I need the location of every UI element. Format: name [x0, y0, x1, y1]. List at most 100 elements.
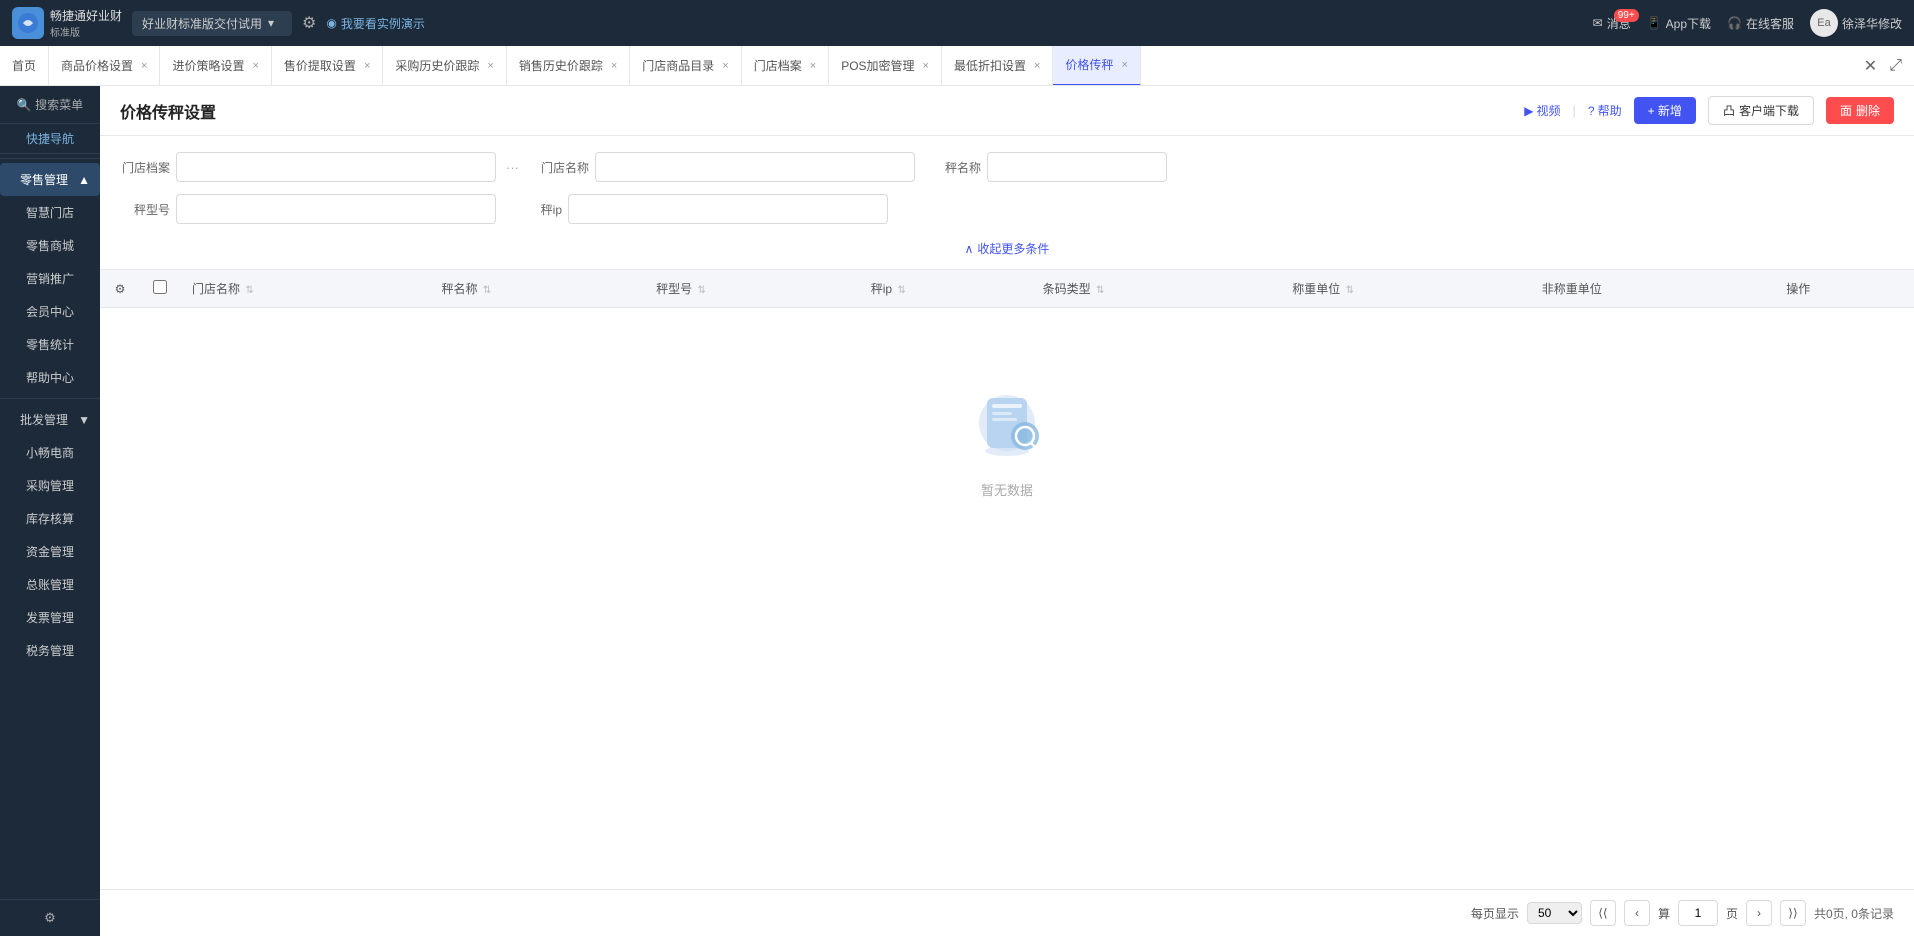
search-icon: 🔍: [17, 98, 32, 112]
retail-stats-label: 零售统计: [10, 336, 90, 353]
scale-name-input[interactable]: [987, 152, 1167, 182]
chevron-down-icon: ▾: [268, 16, 274, 30]
video-icon: ▶: [1524, 104, 1533, 118]
sort-barcode-icon[interactable]: ⇅: [1096, 285, 1104, 296]
demo-link[interactable]: ◉ 我要看实例演示: [326, 15, 425, 32]
download-icon: 凸: [1723, 102, 1735, 119]
th-store-name: 门店名称 ⇅: [180, 270, 430, 308]
finance-label: 资金管理: [10, 543, 90, 560]
tab-close-price-setting[interactable]: ×: [141, 60, 147, 72]
select-all-checkbox[interactable]: [153, 280, 167, 294]
messages-btn[interactable]: ✉ 消息 99+: [1593, 15, 1631, 32]
stock-label: 库存核算: [10, 510, 90, 527]
sidebar-item-retail-stats[interactable]: 零售统计: [0, 328, 100, 361]
per-page-select[interactable]: 50 10 20 100: [1527, 902, 1582, 924]
sidebar-item-ecommerce[interactable]: 小畅电商: [0, 436, 100, 469]
sidebar-item-purchase[interactable]: 采购管理: [0, 469, 100, 502]
online-service-btn[interactable]: 🎧 在线客服: [1727, 15, 1794, 32]
headset-icon: 🎧: [1727, 16, 1742, 30]
tab-close-procurement[interactable]: ×: [252, 60, 258, 72]
version-selector[interactable]: 好业财标准版交付试用 ▾: [132, 11, 292, 36]
tab-close-store-catalog[interactable]: ×: [722, 60, 728, 72]
ecommerce-label: 小畅电商: [10, 444, 90, 461]
table-area: ⚙ 门店名称 ⇅ 秤名称 ⇅: [100, 270, 1914, 889]
sort-weight-icon[interactable]: ⇅: [1346, 285, 1354, 296]
tab-close-price-scale[interactable]: ×: [1121, 59, 1127, 71]
tab-home[interactable]: 首页: [0, 46, 49, 86]
collapse-label: 收起更多条件: [977, 240, 1049, 257]
tab-close-sale-price[interactable]: ×: [364, 60, 370, 72]
sort-scale-type-icon[interactable]: ⇅: [698, 285, 706, 296]
page-number-input[interactable]: [1678, 900, 1718, 926]
sidebar-search[interactable]: 🔍 搜索菜单: [0, 86, 100, 124]
filter-row-2: 秤型号 秤ip: [120, 194, 1894, 224]
sidebar-item-ledger[interactable]: 总账管理: [0, 568, 100, 601]
store-file-dots[interactable]: ···: [502, 160, 523, 175]
sidebar-quick-nav[interactable]: 快捷导航: [0, 124, 100, 154]
tab-sale-price[interactable]: 售价提取设置 ×: [272, 46, 383, 86]
app-download-btn[interactable]: 📱 App下载: [1647, 15, 1711, 32]
scale-name-label: 秤名称: [931, 159, 981, 176]
tab-close-purchase-history[interactable]: ×: [487, 60, 493, 72]
prev-page-btn[interactable]: ‹: [1624, 900, 1650, 926]
tab-purchase-history[interactable]: 采购历史价跟踪 ×: [383, 46, 506, 86]
filter-area: 门店档案 ··· 门店名称 秤名称 秤型号: [100, 136, 1914, 270]
tab-pos-manage[interactable]: POS加密管理 ×: [829, 46, 942, 86]
messages-badge: 99+: [1614, 9, 1639, 22]
sidebar: 🔍 搜索菜单 快捷导航 零售管理 ▲ 智慧门店 零售商城 营销推广 会员中心: [0, 86, 100, 936]
sidebar-item-wholesale[interactable]: 批发管理 ▼: [0, 403, 100, 436]
add-button[interactable]: + 新增: [1634, 97, 1696, 124]
filter-store-file: 门店档案 ···: [120, 152, 523, 182]
video-link[interactable]: ▶ 视频: [1524, 102, 1560, 119]
page-word: 算: [1658, 905, 1670, 922]
page-suffix: 页: [1726, 905, 1738, 922]
help-link[interactable]: ? 帮助: [1588, 102, 1622, 119]
tab-store-catalog[interactable]: 门店商品目录 ×: [630, 46, 741, 86]
chevron-up-icon: ▲: [78, 173, 90, 187]
sidebar-item-online-store[interactable]: 零售商城: [0, 229, 100, 262]
tab-close-discount[interactable]: ×: [1034, 60, 1040, 72]
th-gear[interactable]: ⚙: [100, 270, 140, 308]
sidebar-item-marketing[interactable]: 营销推广: [0, 262, 100, 295]
next-page-btn[interactable]: ›: [1746, 900, 1772, 926]
delete-button[interactable]: 面 删除: [1826, 97, 1894, 124]
tab-procurement-strategy[interactable]: 进价策略设置 ×: [160, 46, 271, 86]
tab-close-store-file[interactable]: ×: [810, 60, 816, 72]
sidebar-item-stock[interactable]: 库存核算: [0, 502, 100, 535]
logo-icon: [12, 7, 44, 39]
tab-price-scale[interactable]: 价格传秤 ×: [1053, 46, 1140, 86]
tab-sale-history[interactable]: 销售历史价跟踪 ×: [507, 46, 630, 86]
page-actions: ▶ 视频 | ? 帮助 + 新增 凸 客户端下载: [1524, 96, 1894, 125]
sidebar-search-label: 搜索菜单: [35, 98, 83, 112]
scale-ip-input[interactable]: [568, 194, 888, 224]
sidebar-item-finance[interactable]: 资金管理: [0, 535, 100, 568]
sort-store-name-icon[interactable]: ⇅: [245, 285, 253, 296]
collapse-btn[interactable]: ∧ 收起更多条件: [120, 236, 1894, 261]
sidebar-item-retail[interactable]: 零售管理 ▲: [0, 163, 100, 196]
tab-min-discount[interactable]: 最低折扣设置 ×: [942, 46, 1053, 86]
sidebar-item-tax[interactable]: 税务管理: [0, 634, 100, 667]
tab-price-setting[interactable]: 商品价格设置 ×: [49, 46, 160, 86]
tab-close-pos[interactable]: ×: [923, 60, 929, 72]
tab-maximize-btn[interactable]: ⤢: [1885, 55, 1906, 77]
sidebar-item-invoice[interactable]: 发票管理: [0, 601, 100, 634]
first-page-btn[interactable]: ⟨⟨: [1590, 900, 1616, 926]
store-file-input[interactable]: [176, 152, 496, 182]
sidebar-item-smart-store[interactable]: 智慧门店: [0, 196, 100, 229]
sidebar-item-help[interactable]: 帮助中心: [0, 361, 100, 394]
user-profile-btn[interactable]: Ea 徐泽华修改: [1810, 9, 1902, 37]
sort-scale-ip-icon[interactable]: ⇅: [897, 285, 905, 296]
scale-type-input[interactable]: [176, 194, 496, 224]
tab-close-sale-history[interactable]: ×: [611, 60, 617, 72]
help-label: 帮助中心: [10, 369, 90, 386]
sidebar-settings-btn[interactable]: ⚙: [0, 899, 100, 936]
tab-close-all-btn[interactable]: ✕: [1860, 54, 1881, 78]
settings-icon[interactable]: ⚙: [302, 13, 316, 33]
last-page-btn[interactable]: ⟩⟩: [1780, 900, 1806, 926]
sidebar-item-member[interactable]: 会员中心: [0, 295, 100, 328]
top-bar-right: ✉ 消息 99+ 📱 App下载 🎧 在线客服 Ea 徐泽华修改: [1593, 9, 1902, 37]
download-button[interactable]: 凸 客户端下载: [1708, 96, 1814, 125]
sort-scale-name-icon[interactable]: ⇅: [483, 285, 491, 296]
store-name-input[interactable]: [595, 152, 915, 182]
tab-store-file[interactable]: 门店档案 ×: [742, 46, 829, 86]
